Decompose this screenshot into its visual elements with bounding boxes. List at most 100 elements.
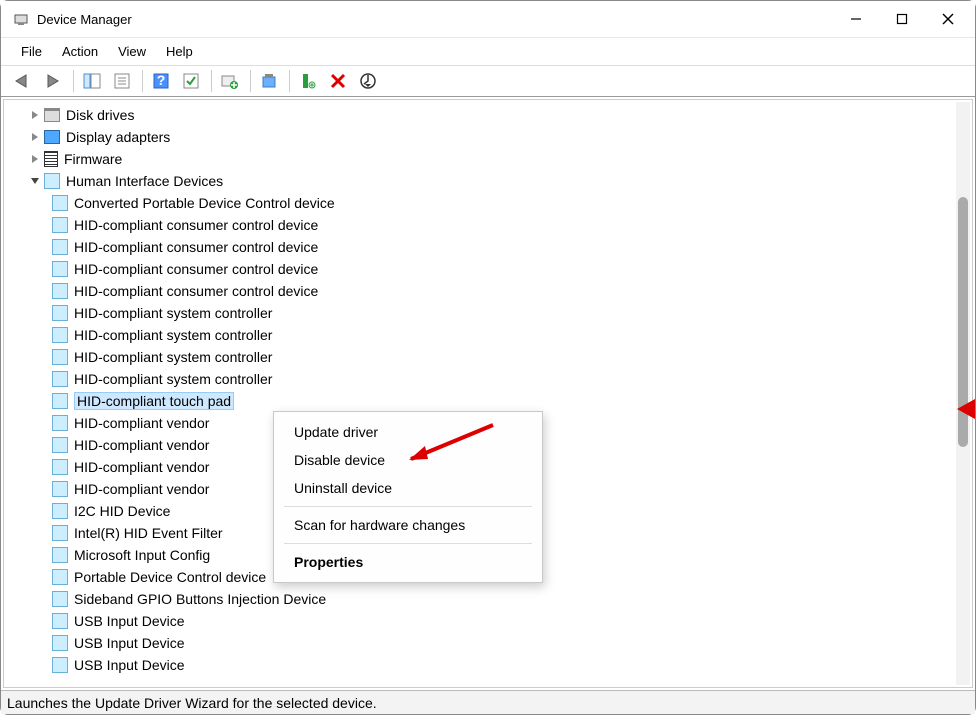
device-icon [52, 613, 68, 629]
tree-label: HID-compliant system controller [74, 327, 272, 343]
tree-label: HID-compliant system controller [74, 305, 272, 321]
device-icon [52, 459, 68, 475]
tree-node-touchpad-selected[interactable]: HID-compliant touch pad [52, 390, 972, 412]
tree-label: HID-compliant system controller [74, 349, 272, 365]
device-icon [52, 349, 68, 365]
tree-label: Display adapters [66, 129, 170, 145]
tree-node-device[interactable]: HID-compliant consumer control device [52, 214, 972, 236]
menu-help[interactable]: Help [156, 40, 203, 63]
chevron-right-icon[interactable] [28, 108, 42, 122]
window-controls [833, 3, 971, 35]
back-button[interactable] [9, 68, 37, 94]
tree-label: HID-compliant vendor [74, 481, 209, 497]
device-icon [52, 217, 68, 233]
menu-action[interactable]: Action [52, 40, 108, 63]
device-icon [52, 239, 68, 255]
maximize-button[interactable] [879, 3, 925, 35]
tree-container: Disk drives Display adapters Firmware Hu… [3, 99, 973, 688]
tree-node-device[interactable]: HID-compliant system controller [52, 368, 972, 390]
svg-text:?: ? [157, 73, 166, 88]
toolbar-divider [142, 70, 143, 92]
tree-label: HID-compliant consumer control device [74, 239, 318, 255]
tree-label: HID-compliant consumer control device [74, 283, 318, 299]
context-update-driver[interactable]: Update driver [274, 418, 542, 446]
scrollbar[interactable] [956, 102, 970, 685]
tree-node-device[interactable]: HID-compliant system controller [52, 302, 972, 324]
tree-label: Sideband GPIO Buttons Injection Device [74, 591, 326, 607]
device-icon [52, 283, 68, 299]
properties-toolbar-button[interactable] [108, 68, 136, 94]
tree-node-device[interactable]: USB Input Device [52, 654, 972, 676]
context-separator [284, 543, 532, 544]
tree-node-device[interactable]: HID-compliant consumer control device [52, 280, 972, 302]
tree-label: Firmware [64, 151, 122, 167]
context-properties[interactable]: Properties [274, 548, 542, 576]
statusbar: Launches the Update Driver Wizard for th… [1, 690, 975, 714]
chevron-right-icon[interactable] [28, 130, 42, 144]
device-icon [52, 525, 68, 541]
tree-node-hid[interactable]: Human Interface Devices [28, 170, 972, 192]
tree-node-firmware[interactable]: Firmware [28, 148, 972, 170]
tree-label: Disk drives [66, 107, 134, 123]
context-uninstall-device[interactable]: Uninstall device [274, 474, 542, 502]
chevron-right-icon[interactable] [28, 152, 42, 166]
toolbar-divider [73, 70, 74, 92]
tree-label: USB Input Device [74, 613, 185, 629]
toolbar-divider [250, 70, 251, 92]
tree-node-device[interactable]: HID-compliant consumer control device [52, 258, 972, 280]
tree-node-display-adapters[interactable]: Display adapters [28, 126, 972, 148]
disable-device-icon[interactable] [294, 68, 322, 94]
toolbar-divider [289, 70, 290, 92]
update-driver-button[interactable] [216, 68, 244, 94]
tree-label: Portable Device Control device [74, 569, 266, 585]
context-menu: Update driver Disable device Uninstall d… [273, 411, 543, 583]
context-separator [284, 506, 532, 507]
app-icon [13, 11, 29, 27]
display-icon [44, 130, 60, 144]
tree-node-device[interactable]: HID-compliant consumer control device [52, 236, 972, 258]
uninstall-button[interactable] [324, 68, 352, 94]
tree-node-device[interactable]: Sideband GPIO Buttons Injection Device [52, 588, 972, 610]
device-icon [52, 437, 68, 453]
hid-icon [44, 173, 60, 189]
tree-node-device[interactable]: HID-compliant system controller [52, 324, 972, 346]
close-button[interactable] [925, 3, 971, 35]
scan-button[interactable] [177, 68, 205, 94]
device-tree[interactable]: Disk drives Display adapters Firmware Hu… [4, 100, 972, 687]
tree-node-device[interactable]: HID-compliant system controller [52, 346, 972, 368]
tree-label: Human Interface Devices [66, 173, 223, 189]
titlebar: Device Manager [1, 1, 975, 37]
scan-hardware-button[interactable] [354, 68, 382, 94]
toolbar-divider [211, 70, 212, 92]
minimize-button[interactable] [833, 3, 879, 35]
firmware-icon [44, 151, 58, 167]
device-icon [52, 635, 68, 651]
help-button[interactable]: ? [147, 68, 175, 94]
device-icon [52, 393, 68, 409]
device-icon [52, 415, 68, 431]
status-text: Launches the Update Driver Wizard for th… [7, 695, 377, 711]
device-icon [52, 261, 68, 277]
context-disable-device[interactable]: Disable device [274, 446, 542, 474]
tree-node-device[interactable]: USB Input Device [52, 610, 972, 632]
enable-device-button[interactable] [255, 68, 283, 94]
tree-node-disk-drives[interactable]: Disk drives [28, 104, 972, 126]
tree-label: HID-compliant touch pad [74, 392, 234, 410]
tree-label: I2C HID Device [74, 503, 170, 519]
tree-label: HID-compliant system controller [74, 371, 272, 387]
disk-icon [44, 108, 60, 122]
tree-label: HID-compliant consumer control device [74, 261, 318, 277]
show-hide-tree-button[interactable] [78, 68, 106, 94]
tree-label: Intel(R) HID Event Filter [74, 525, 223, 541]
window-title: Device Manager [37, 12, 833, 27]
context-scan-hardware[interactable]: Scan for hardware changes [274, 511, 542, 539]
tree-node-device[interactable]: Converted Portable Device Control device [52, 192, 972, 214]
menu-file[interactable]: File [11, 40, 52, 63]
forward-button[interactable] [39, 68, 67, 94]
tree-node-device[interactable]: USB Input Device [52, 632, 972, 654]
device-icon [52, 327, 68, 343]
scrollbar-thumb[interactable] [958, 197, 968, 447]
device-icon [52, 569, 68, 585]
menu-view[interactable]: View [108, 40, 156, 63]
chevron-down-icon[interactable] [28, 174, 42, 188]
